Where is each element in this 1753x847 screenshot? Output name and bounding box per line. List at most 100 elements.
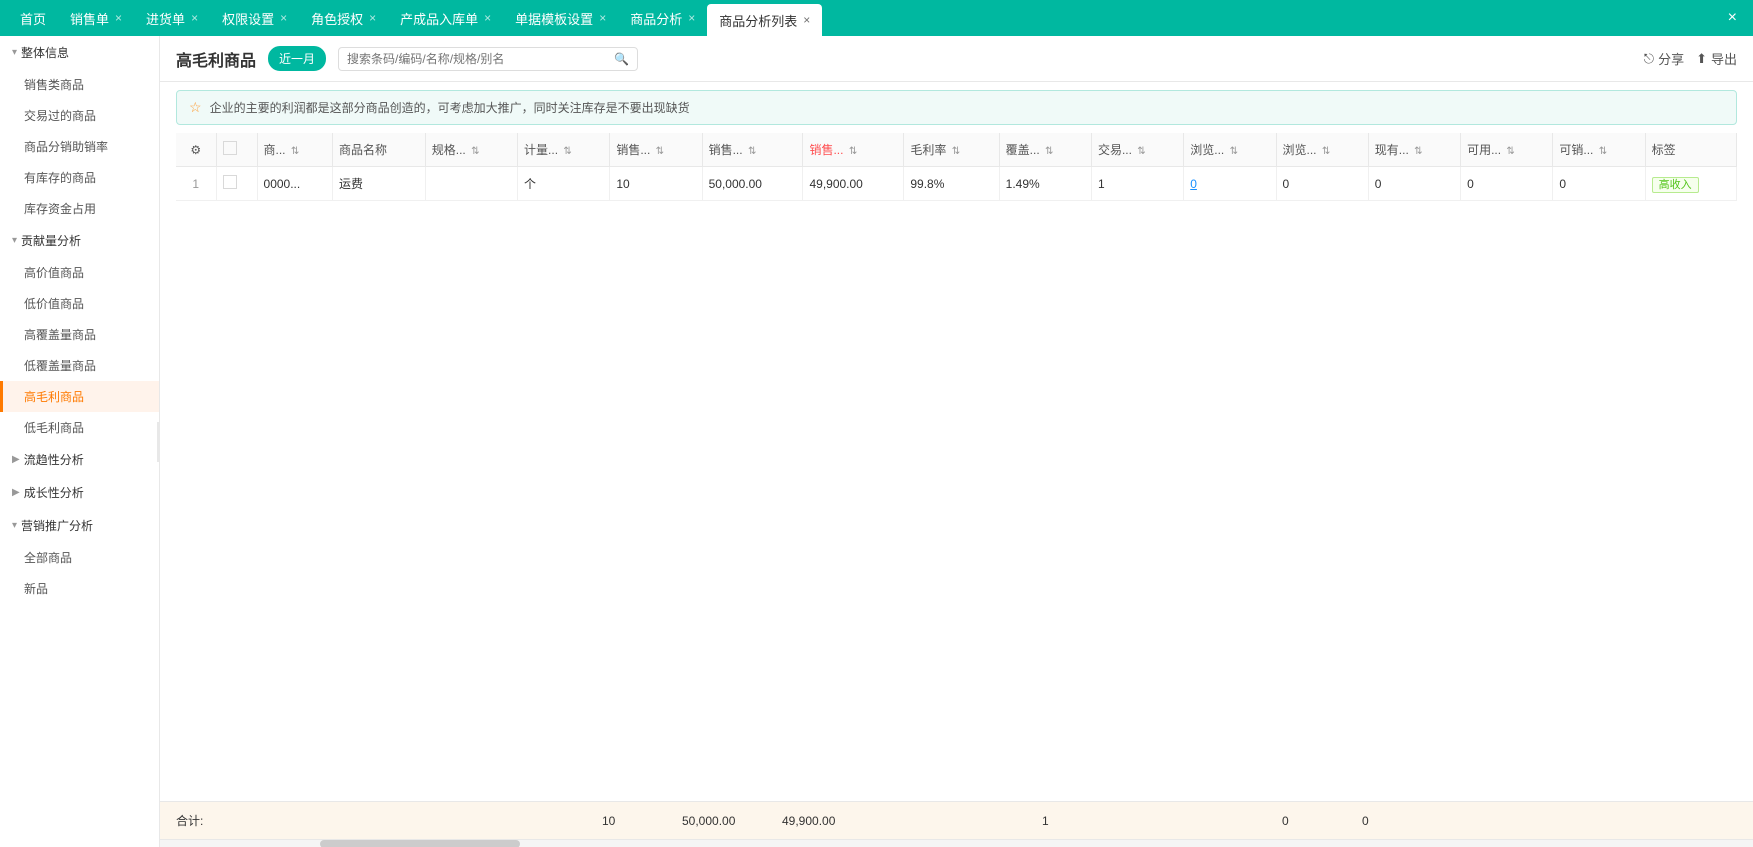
sidebar-item-stock-capital[interactable]: 库存资金占用: [0, 193, 159, 224]
sidebar-item-all-goods[interactable]: 全部商品: [0, 542, 159, 573]
nav-permission-close[interactable]: ×: [280, 11, 287, 25]
th-checkbox[interactable]: [216, 133, 257, 167]
cell-sales3: 49,900.00: [803, 167, 904, 201]
cell-checkbox[interactable]: [216, 167, 257, 201]
nav-product-analysis-list[interactable]: 商品分析列表 ×: [707, 4, 822, 36]
sidebar-item-low-margin[interactable]: 低毛利商品: [0, 412, 159, 443]
cell-name: 运费: [333, 167, 426, 201]
th-stock3[interactable]: 可销... ⇅: [1553, 133, 1645, 167]
cell-trade: 1: [1091, 167, 1183, 201]
nav-role[interactable]: 角色授权 ×: [299, 0, 388, 36]
sidebar-group-growth[interactable]: ▶ 成长性分析: [0, 476, 159, 509]
sidebar-item-high-coverage[interactable]: 高覆盖量商品: [0, 319, 159, 350]
th-browse2[interactable]: 浏览... ⇅: [1276, 133, 1368, 167]
nav-role-close[interactable]: ×: [369, 11, 376, 25]
th-spec[interactable]: 规格... ⇅: [425, 133, 517, 167]
sidebar-group-contribution[interactable]: ▾ 贡献量分析: [0, 224, 159, 257]
sidebar-group-overview[interactable]: ▾ 整体信息: [0, 36, 159, 69]
filter-recent-month[interactable]: 近一月: [268, 46, 326, 71]
data-table: ⚙ 商... ⇅ 商品名称 规格... ⇅ 计量... ⇅ 销售... ⇅ 销售…: [176, 133, 1737, 201]
trend-arrow-icon: ▶: [12, 454, 20, 465]
total-placeholder3: [876, 814, 956, 828]
browse1-link[interactable]: 0: [1190, 177, 1197, 191]
th-unit[interactable]: 计量... ⇅: [518, 133, 610, 167]
total-values: 10 50,000.00 49,900.00 1 0 0: [336, 814, 1737, 828]
nav-template-close[interactable]: ×: [599, 11, 606, 25]
table-container: ⚙ 商... ⇅ 商品名称 规格... ⇅ 计量... ⇅ 销售... ⇅ 销售…: [160, 133, 1753, 801]
search-box: 🔍: [338, 47, 638, 71]
footer-total: 合计: 10 50,000.00 49,900.00 1 0 0: [160, 801, 1753, 839]
total-sales3: 49,900.00: [776, 814, 876, 828]
sidebar-item-stocked-goods[interactable]: 有库存的商品: [0, 162, 159, 193]
th-sales3[interactable]: 销售... ⇅: [803, 133, 904, 167]
cell-browse2: 0: [1276, 167, 1368, 201]
total-sales1: 10: [596, 814, 676, 828]
th-browse1[interactable]: 浏览... ⇅: [1184, 133, 1276, 167]
sidebar-item-high-value[interactable]: 高价值商品: [0, 257, 159, 288]
total-stock1: 0: [1276, 814, 1356, 828]
th-stock1[interactable]: 现有... ⇅: [1368, 133, 1460, 167]
cell-sales2: 50,000.00: [702, 167, 803, 201]
overview-arrow-icon: ▾: [12, 47, 17, 58]
sidebar: « ▾ 整体信息 销售类商品 交易过的商品 商品分销助销率 有库存的商品 库存资…: [0, 36, 160, 847]
nav-product-inbound-close[interactable]: ×: [484, 11, 491, 25]
nav-home[interactable]: 首页: [8, 0, 58, 36]
nav-product-inbound[interactable]: 产成品入库单 ×: [388, 0, 503, 36]
nav-product-analysis[interactable]: 商品分析 ×: [618, 0, 707, 36]
th-sales1[interactable]: 销售... ⇅: [610, 133, 702, 167]
nav-analysis-close[interactable]: ×: [688, 11, 695, 25]
export-icon: ⬆: [1696, 51, 1707, 67]
th-gross-rate[interactable]: 毛利率 ⇅: [904, 133, 999, 167]
nav-analysis-list-close[interactable]: ×: [803, 13, 810, 27]
share-button[interactable]: ⎋ 分享: [1644, 49, 1684, 68]
info-icon: ☆: [189, 99, 202, 116]
th-sales2[interactable]: 销售... ⇅: [702, 133, 803, 167]
total-label: 合计:: [176, 812, 336, 829]
nav-template-settings[interactable]: 单据模板设置 ×: [503, 0, 618, 36]
app-container: 首页 销售单 × 进货单 × 权限设置 × 角色授权 × 产成品入库单 × 单据…: [0, 0, 1753, 847]
contribution-arrow-icon: ▾: [12, 235, 17, 246]
sidebar-item-distribution-rate[interactable]: 商品分销助销率: [0, 131, 159, 162]
nav-purchase[interactable]: 进货单 ×: [134, 0, 210, 36]
content-header: 高毛利商品 近一月 🔍 ⎋ 分享 ⬆ 导出: [160, 36, 1753, 82]
sidebar-group-trend[interactable]: ▶ 流趋性分析: [0, 443, 159, 476]
th-name[interactable]: 商品名称: [333, 133, 426, 167]
cell-unit: 个: [518, 167, 610, 201]
cell-stock2: 0: [1461, 167, 1553, 201]
scrollbar-thumb[interactable]: [320, 840, 520, 847]
search-input[interactable]: [347, 52, 614, 66]
search-icon[interactable]: 🔍: [614, 52, 629, 66]
nav-sales[interactable]: 销售单 ×: [58, 0, 134, 36]
marketing-arrow-icon: ▾: [12, 520, 17, 531]
cell-gross-rate: 99.8%: [904, 167, 999, 201]
cell-browse1[interactable]: 0: [1184, 167, 1276, 201]
sidebar-item-new-goods[interactable]: 新品: [0, 573, 159, 604]
table-row: 1 0000... 运费 个 10 50,000.00 49,900.00 99…: [176, 167, 1737, 201]
th-trade[interactable]: 交易... ⇅: [1091, 133, 1183, 167]
th-code[interactable]: 商... ⇅: [257, 133, 333, 167]
close-all-tabs[interactable]: ×: [1720, 9, 1745, 27]
th-settings[interactable]: ⚙: [176, 133, 216, 167]
nav-sales-close[interactable]: ×: [115, 11, 122, 25]
total-stock2: 0: [1356, 814, 1436, 828]
bottom-scrollbar[interactable]: [160, 839, 1753, 847]
sidebar-collapse-button[interactable]: «: [157, 422, 160, 462]
content-area: 高毛利商品 近一月 🔍 ⎋ 分享 ⬆ 导出: [160, 36, 1753, 847]
main-layout: « ▾ 整体信息 销售类商品 交易过的商品 商品分销助销率 有库存的商品 库存资…: [0, 36, 1753, 847]
total-placeholder4: [956, 814, 1036, 828]
th-stock2[interactable]: 可用... ⇅: [1461, 133, 1553, 167]
tag-badge: 高收入: [1652, 177, 1699, 193]
sidebar-group-marketing[interactable]: ▾ 营销推广分析: [0, 509, 159, 542]
export-button[interactable]: ⬆ 导出: [1696, 49, 1737, 68]
sidebar-item-low-coverage[interactable]: 低覆盖量商品: [0, 350, 159, 381]
nav-permission[interactable]: 权限设置 ×: [210, 0, 299, 36]
cell-stock1: 0: [1368, 167, 1460, 201]
sidebar-item-high-margin[interactable]: 高毛利商品: [0, 381, 159, 412]
nav-purchase-close[interactable]: ×: [191, 11, 198, 25]
top-nav-bar: 首页 销售单 × 进货单 × 权限设置 × 角色授权 × 产成品入库单 × 单据…: [0, 0, 1753, 36]
th-coverage[interactable]: 覆盖... ⇅: [999, 133, 1091, 167]
sidebar-item-traded-goods[interactable]: 交易过的商品: [0, 100, 159, 131]
sidebar-item-low-value[interactable]: 低价值商品: [0, 288, 159, 319]
th-tag[interactable]: 标签: [1645, 133, 1736, 167]
sidebar-item-sales-goods[interactable]: 销售类商品: [0, 69, 159, 100]
